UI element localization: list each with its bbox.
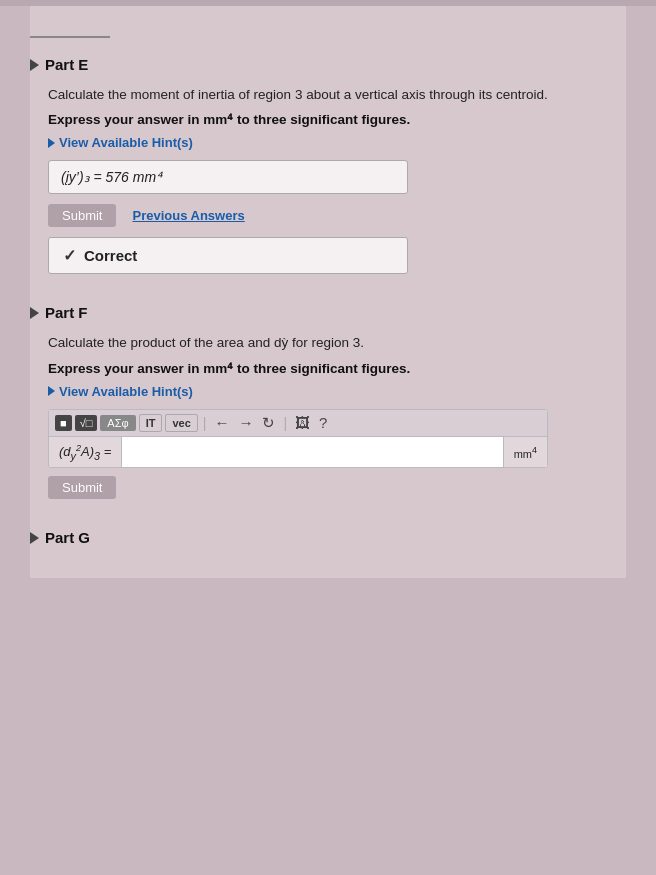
toolbar-sep2: | [283, 415, 287, 431]
part-f-hint[interactable]: View Available Hint(s) [48, 384, 626, 399]
unit-text-f: mm4 [514, 445, 537, 460]
part-e-answer-formula: (įy’)₃ = 576 mm⁴ [61, 169, 162, 185]
part-e-answer-box: (įy’)₃ = 576 mm⁴ [48, 160, 408, 194]
part-e-previous-answers[interactable]: Previous Answers [132, 208, 244, 223]
toolbar-help-btn[interactable]: ? [316, 414, 330, 431]
part-f-instruction: Express your answer in mm⁴ to three sign… [48, 360, 626, 376]
toolbar-vec-btn[interactable]: vec [165, 414, 197, 432]
collapse-icon-g[interactable] [30, 532, 39, 544]
toolbar-sqrt-btn[interactable]: √□ [75, 415, 98, 431]
part-e-section: Part E Calculate the moment of inertia o… [30, 56, 626, 294]
part-e-instruction: Express your answer in mm⁴ to three sign… [48, 111, 626, 127]
section-divider [30, 36, 110, 38]
toolbar-image-btn[interactable]: 🖼 [292, 414, 313, 431]
part-e-correct-banner: ✓ Correct [48, 237, 408, 274]
toolbar-sep1: | [203, 415, 207, 431]
part-e-submit-button[interactable]: Submit [48, 204, 116, 227]
toolbar-redo-btn[interactable]: → [235, 414, 256, 431]
collapse-icon-f[interactable] [30, 307, 39, 319]
hint-triangle-icon-f [48, 386, 55, 396]
input-area-inner: (dy2A)3 = mm4 [49, 437, 547, 468]
part-f-body: Calculate the product of the area and dỳ… [48, 333, 626, 499]
part-e-correct-label: Correct [84, 247, 137, 264]
part-e-submit-row: Submit Previous Answers [48, 204, 626, 227]
part-f-description: Calculate the product of the area and dỳ… [48, 333, 626, 353]
collapse-icon-e[interactable] [30, 59, 39, 71]
checkmark-icon: ✓ [63, 246, 76, 265]
part-f-hint-label: View Available Hint(s) [59, 384, 193, 399]
part-e-title: Part E [45, 56, 88, 73]
part-e-body: Calculate the moment of inertia of regio… [48, 85, 626, 274]
content-area: Part E Calculate the moment of inertia o… [30, 6, 626, 578]
part-e-description: Calculate the moment of inertia of regio… [48, 85, 626, 105]
part-g-title: Part G [45, 529, 90, 546]
toolbar-undo-btn[interactable]: ← [211, 414, 232, 431]
hint-triangle-icon-e [48, 138, 55, 148]
toolbar-square-btn[interactable]: ■ [55, 415, 72, 431]
toolbar-it-btn[interactable]: IT [139, 414, 163, 432]
part-g-header: Part G [30, 529, 626, 546]
input-label: (dy2A)3 = [49, 437, 122, 468]
math-input-wrapper: ■ √□ AΣφ IT vec | ← → ↻ | 🖼 ? [48, 409, 548, 469]
toolbar-refresh-btn[interactable]: ↻ [259, 414, 278, 432]
toolbar-sigma-btn[interactable]: AΣφ [100, 415, 135, 431]
part-f-title: Part F [45, 304, 88, 321]
part-f-section: Part F Calculate the product of the area… [30, 304, 626, 519]
answer-input-f[interactable] [122, 437, 502, 468]
part-g-section: Part G [30, 529, 626, 578]
part-e-header: Part E [30, 56, 626, 73]
part-f-header: Part F [30, 304, 626, 321]
part-f-submit-button[interactable]: Submit [48, 476, 116, 499]
page-wrapper: Part E Calculate the moment of inertia o… [0, 0, 656, 578]
math-toolbar: ■ √□ AΣφ IT vec | ← → ↻ | 🖼 ? [49, 410, 547, 437]
part-e-hint-label: View Available Hint(s) [59, 135, 193, 150]
input-label-text: (dy2A)3 = [59, 443, 111, 462]
part-e-hint[interactable]: View Available Hint(s) [48, 135, 626, 150]
unit-label-f: mm4 [503, 437, 547, 468]
